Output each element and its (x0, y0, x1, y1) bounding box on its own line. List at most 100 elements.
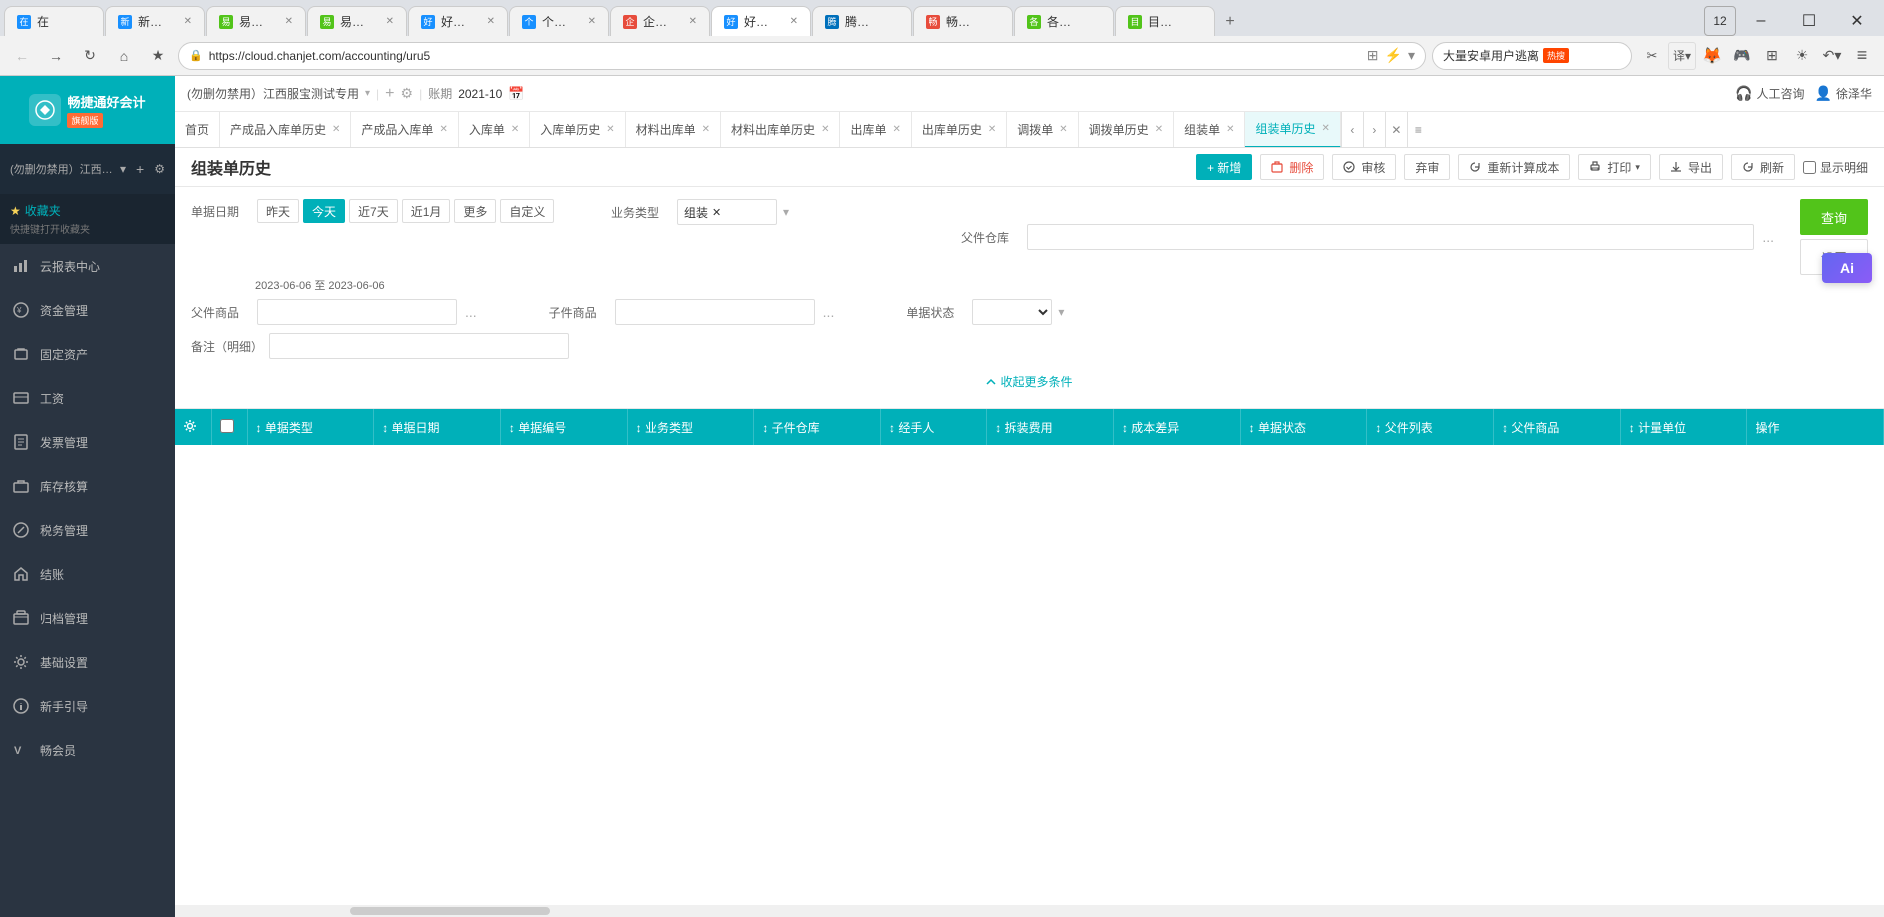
sidebar-company[interactable]: (勿删勿禁用）江西服宝测试专用 ▾ + ⚙ (0, 144, 175, 194)
parent-goods-more-icon[interactable]: ... (465, 304, 477, 320)
page-tab-in[interactable]: 入库单 ✕ (459, 112, 530, 148)
parent-goods-input[interactable] (257, 299, 457, 325)
user-btn[interactable]: 👤 徐泽华 (1815, 85, 1872, 102)
browser-tab-12[interactable]: 目 目… (1115, 6, 1215, 36)
browser-tab-2[interactable]: 新 新… ✕ (105, 6, 205, 36)
th-settings[interactable] (175, 409, 211, 445)
new-tab-button[interactable]: + (1216, 8, 1244, 36)
nav-item-assets[interactable]: 固定资产 (0, 332, 175, 376)
sidebar-logo[interactable]: 畅捷通好会计 旗舰版 (0, 76, 175, 144)
status-dropdown-icon[interactable]: ▾ (1058, 305, 1064, 319)
nav-item-guide[interactable]: 新手引导 (0, 684, 175, 728)
page-tab-transfer-hist-close[interactable]: ✕ (1155, 124, 1163, 135)
nav-item-salary[interactable]: 工资 (0, 376, 175, 420)
company-selector-arrow[interactable]: ▾ (365, 88, 370, 99)
parent-warehouse-input[interactable] (1027, 224, 1754, 250)
tabs-close-all-button[interactable]: ✕ (1385, 112, 1407, 148)
th-bill-type[interactable]: ↕ 单据类型 (247, 409, 374, 445)
delete-button[interactable]: 删除 (1260, 154, 1324, 180)
page-tab-transfer[interactable]: 调拨单 ✕ (1007, 112, 1078, 148)
show-detail-checkbox[interactable]: 显示明细 (1803, 159, 1868, 176)
page-tab-in-close[interactable]: ✕ (511, 124, 519, 135)
calendar-icon[interactable]: 📅 (508, 86, 524, 102)
game-tool[interactable]: 🎮 (1728, 42, 1756, 70)
query-button[interactable]: 查询 (1800, 199, 1868, 235)
nav-item-invoice[interactable]: 发票管理 (0, 420, 175, 464)
date-btn-yesterday[interactable]: 昨天 (257, 199, 299, 223)
add-button[interactable]: + 新增 (1196, 154, 1252, 180)
browser-tab-9[interactable]: 腾 腾… (812, 6, 912, 36)
status-select[interactable]: 审核 未审核 (972, 299, 1052, 325)
favorites-section[interactable]: ★ 收藏夹 快捷键打开收藏夹 (0, 194, 175, 244)
nav-item-settlement[interactable]: 结账 (0, 552, 175, 596)
tabs-menu-button[interactable]: ≡ (1407, 112, 1429, 148)
browser-tab-11[interactable]: 各 各… (1014, 6, 1114, 36)
search-area[interactable]: 大量安卓用户逃离 热搜 (1432, 42, 1632, 70)
tab-close-4[interactable]: ✕ (386, 16, 394, 27)
parent-warehouse-more-icon[interactable]: ... (1762, 229, 1774, 245)
page-tab-mat-out-hist-close[interactable]: ✕ (821, 124, 829, 135)
export-button[interactable]: 导出 (1659, 154, 1723, 180)
settings-gear-icon[interactable]: ⚙ (401, 85, 414, 102)
abandon-button[interactable]: 弃审 (1404, 154, 1450, 180)
address-bar[interactable]: 🔒 https://cloud.chanjet.com/accounting/u… (178, 42, 1426, 70)
print-button[interactable]: 打印 ▾ (1578, 154, 1651, 180)
page-tab-out-hist[interactable]: 出库单历史 ✕ (912, 112, 1007, 148)
date-btn-more[interactable]: 更多 (454, 199, 496, 223)
nav-item-settings[interactable]: 基础设置 (0, 640, 175, 684)
browser-tab-3[interactable]: 易 易… ✕ (206, 6, 306, 36)
recalc-button[interactable]: 重新计算成本 (1458, 154, 1570, 180)
service-btn[interactable]: 🎧 人工咨询 (1735, 85, 1804, 102)
sun-tool[interactable]: ☀ (1788, 42, 1816, 70)
page-tab-transfer-close[interactable]: ✕ (1059, 124, 1067, 135)
th-handler[interactable]: ↕ 经手人 (881, 409, 987, 445)
th-child-warehouse[interactable]: ↕ 子件仓库 (754, 409, 881, 445)
child-goods-more-icon[interactable]: ... (823, 304, 835, 320)
biz-type-input-container[interactable]: 组装 ✕ (677, 199, 777, 225)
th-check[interactable] (211, 409, 247, 445)
tab-close-5[interactable]: ✕ (487, 16, 495, 27)
page-tab-home[interactable]: 首页 (175, 112, 220, 148)
home-button[interactable]: ⌂ (110, 42, 138, 70)
minimize-button[interactable]: ‒ (1738, 6, 1784, 36)
page-tab-prod-in-hist-close[interactable]: ✕ (332, 124, 340, 135)
company-dropdown-icon[interactable]: ▾ (120, 162, 126, 176)
audit-button[interactable]: 审核 (1332, 154, 1396, 180)
close-button[interactable]: ✕ (1834, 6, 1880, 36)
page-tab-assembly-close[interactable]: ✕ (1226, 124, 1234, 135)
biz-type-remove[interactable]: ✕ (712, 206, 721, 219)
page-tab-out[interactable]: 出库单 ✕ (840, 112, 911, 148)
page-tab-prod-in-hist[interactable]: 产成品入库单历史 ✕ (220, 112, 351, 148)
page-tab-prod-in[interactable]: 产成品入库单 ✕ (351, 112, 458, 148)
th-cost-diff[interactable]: ↕ 成本差异 (1113, 409, 1240, 445)
th-biz-type[interactable]: ↕ 业务类型 (627, 409, 754, 445)
th-bill-date[interactable]: ↕ 单据日期 (374, 409, 501, 445)
nav-item-cloud-reports[interactable]: 云报表中心 (0, 244, 175, 288)
browser-tab-5[interactable]: 好 好… ✕ (408, 6, 508, 36)
tab-close-3[interactable]: ✕ (285, 16, 293, 27)
browser-tab-8[interactable]: 好 好… ✕ (711, 6, 811, 36)
forward-button[interactable]: → (42, 42, 70, 70)
date-btn-custom[interactable]: 自定义 (500, 199, 554, 223)
th-bill-status[interactable]: ↕ 单据状态 (1240, 409, 1367, 445)
nav-item-stock[interactable]: 库存核算 (0, 464, 175, 508)
page-tab-out-hist-close[interactable]: ✕ (988, 124, 996, 135)
horizontal-scrollbar[interactable] (175, 905, 1884, 917)
grid-tool[interactable]: ⊞ (1758, 42, 1786, 70)
tab-count-badge[interactable]: 12 (1704, 6, 1736, 36)
address-lightning-icon[interactable]: ⚡ (1385, 47, 1402, 64)
th-bill-no[interactable]: ↕ 单据编号 (500, 409, 627, 445)
page-tab-assembly[interactable]: 组装单 ✕ (1174, 112, 1245, 148)
add-company-btn[interactable]: + (385, 85, 394, 103)
scissors-tool[interactable]: ✂ (1638, 42, 1666, 70)
page-tab-assembly-hist-close[interactable]: ✕ (1322, 123, 1330, 134)
browser-tab-10[interactable]: 畅 畅… (913, 6, 1013, 36)
translate-tool[interactable]: 译▾ (1668, 42, 1696, 70)
th-unit[interactable]: ↕ 计量单位 (1620, 409, 1747, 445)
star-button[interactable]: ★ (144, 42, 172, 70)
browser-tab-4[interactable]: 易 易… ✕ (307, 6, 407, 36)
nav-item-fund[interactable]: ¥ 资金管理 (0, 288, 175, 332)
tab-close-6[interactable]: ✕ (588, 16, 596, 27)
tab-close-8[interactable]: ✕ (790, 16, 798, 27)
date-btn-1month[interactable]: 近1月 (402, 199, 451, 223)
